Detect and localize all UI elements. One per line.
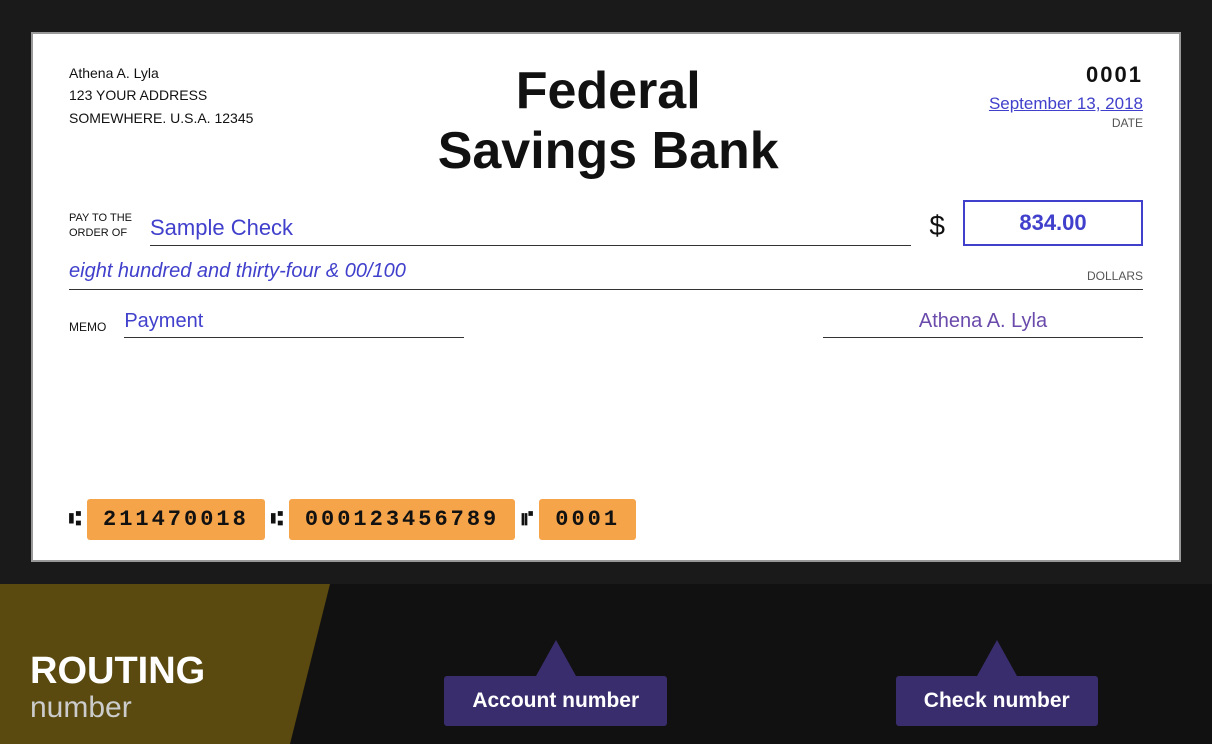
amount-value: 834.00 xyxy=(1019,210,1086,235)
dollars-label: DOLLARS xyxy=(1087,269,1143,283)
check-area: Athena A. Lyla 123 YOUR ADDRESS SOMEWHER… xyxy=(0,0,1212,584)
micr-open: ⑆ xyxy=(69,508,81,531)
sender-info: Athena A. Lyla 123 YOUR ADDRESS SOMEWHER… xyxy=(69,62,253,129)
memo-label: MEMO xyxy=(69,320,106,334)
date-value: September 13, 2018 xyxy=(963,94,1143,114)
pay-to-label: PAY TO THE ORDER OF xyxy=(69,211,132,242)
micr-separator: ⑈ xyxy=(521,508,533,531)
signature-line: Athena A. Lyla xyxy=(823,310,1143,338)
routing-number-block: 211470018 xyxy=(87,499,265,540)
payee-line: Sample Check xyxy=(150,215,911,246)
account-number-label: Account number xyxy=(444,676,667,726)
memo-value: Payment xyxy=(124,310,203,332)
routing-label-bold: ROUTING xyxy=(30,652,290,690)
account-number: 000123456789 xyxy=(305,507,499,532)
sender-address1: 123 YOUR ADDRESS xyxy=(69,84,253,106)
labels-area: Account number Check number xyxy=(290,584,1212,744)
sender-address2: SOMEWHERE. U.S.A. 12345 xyxy=(69,107,253,129)
sender-name: Athena A. Lyla xyxy=(69,62,253,84)
routing-number: 211470018 xyxy=(103,507,249,532)
check-number-display: 0001 xyxy=(963,62,1143,88)
account-label-group: Account number xyxy=(444,640,667,726)
bank-name: Federal Savings Bank xyxy=(273,62,943,182)
date-label: DATE xyxy=(963,116,1143,130)
account-arrow xyxy=(536,640,576,676)
micr-row: ⑆ 211470018 ⑆ 000123456789 ⑈ 0001 xyxy=(69,499,1143,540)
routing-block: ROUTING number xyxy=(0,584,290,744)
check-number-micr: 0001 xyxy=(555,507,620,532)
check-number-block: 0001 xyxy=(539,499,636,540)
written-amount: eight hundred and thirty-four & 00/100 xyxy=(69,260,406,283)
routing-label-normal: number xyxy=(30,690,290,726)
pay-to-row: PAY TO THE ORDER OF Sample Check $ 834.0… xyxy=(69,200,1143,246)
dollar-sign: $ xyxy=(929,210,945,242)
amount-box: 834.00 xyxy=(963,200,1143,246)
check-arrow xyxy=(977,640,1017,676)
account-number-block: 000123456789 xyxy=(289,499,515,540)
bottom-bar: ROUTING number Account number Check numb… xyxy=(0,584,1212,744)
signature-area: Athena A. Lyla xyxy=(474,310,1143,338)
micr-close: ⑆ xyxy=(271,508,283,531)
check-top-right: 0001 September 13, 2018 DATE xyxy=(963,62,1143,130)
signature-value: Athena A. Lyla xyxy=(919,310,1047,332)
memo-signature-row: MEMO Payment Athena A. Lyla xyxy=(69,310,1143,338)
written-amount-row: eight hundred and thirty-four & 00/100 D… xyxy=(69,260,1143,290)
memo-line: Payment xyxy=(124,310,464,338)
check-number-label: Check number xyxy=(896,676,1098,726)
check-label-group: Check number xyxy=(896,640,1098,726)
check: Athena A. Lyla 123 YOUR ADDRESS SOMEWHER… xyxy=(31,32,1181,562)
payee-value: Sample Check xyxy=(150,215,293,240)
check-header-row: Athena A. Lyla 123 YOUR ADDRESS SOMEWHER… xyxy=(69,62,1143,182)
